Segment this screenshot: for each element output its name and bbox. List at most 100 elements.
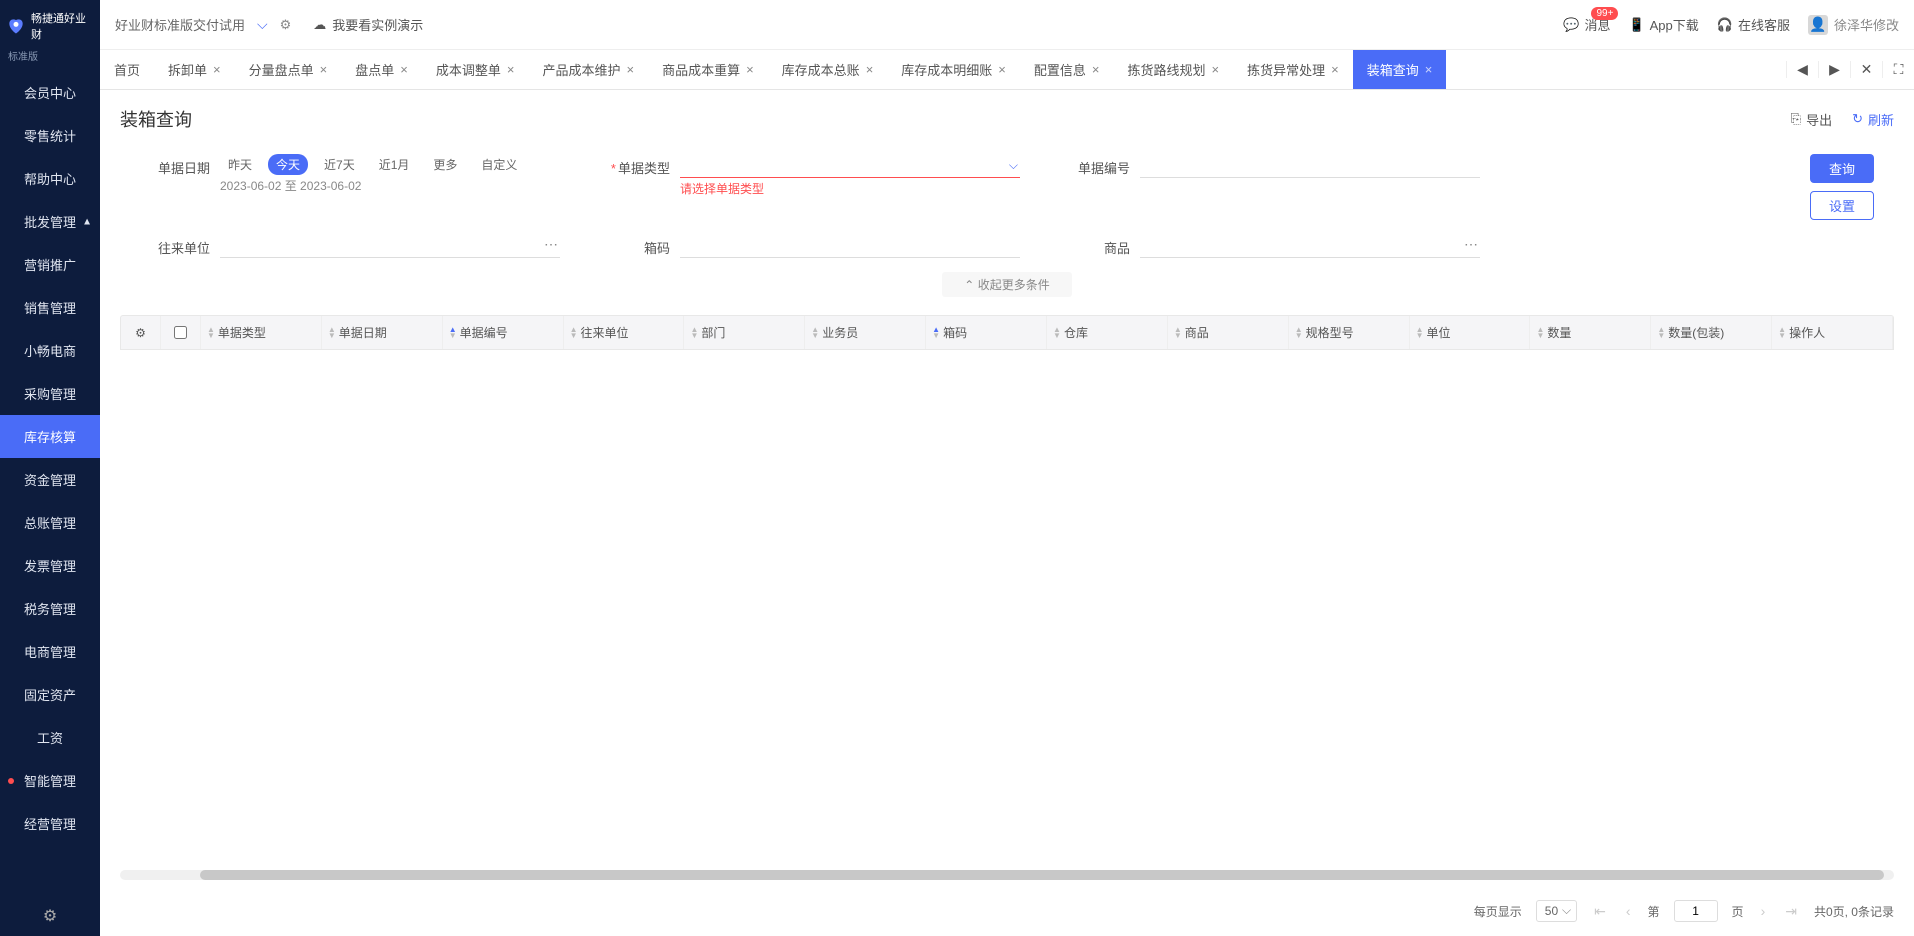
column-header-7[interactable]: ▲▼仓库 [1047, 316, 1168, 349]
per-page-select[interactable]: 50 [1536, 900, 1577, 922]
close-icon[interactable]: × [213, 62, 221, 77]
product-name: 好业财标准版交付试用 [115, 15, 245, 34]
settings-gear-icon[interactable]: ⚙ [0, 896, 100, 936]
goods-input[interactable] [1140, 234, 1480, 258]
tab-12[interactable]: 装箱查询× [1353, 50, 1447, 89]
more-icon[interactable]: ⋯ [1464, 236, 1478, 253]
page-next-icon[interactable]: › [1758, 903, 1769, 919]
column-settings-icon[interactable]: ⚙ [121, 316, 161, 349]
sidebar-item-9[interactable]: 资金管理 [0, 458, 100, 501]
page-first-icon[interactable]: ⇤ [1591, 903, 1609, 920]
type-select[interactable] [680, 154, 1020, 178]
sidebar-item-6[interactable]: 小畅电商 [0, 329, 100, 372]
sidebar-item-16[interactable]: 智能管理 [0, 759, 100, 802]
code-input[interactable] [1140, 154, 1480, 178]
sidebar-item-10[interactable]: 总账管理 [0, 501, 100, 544]
tabs-prev-icon[interactable]: ◀ [1786, 61, 1818, 78]
close-icon[interactable]: × [866, 62, 874, 77]
product-dropdown-icon[interactable]: ⌵ [257, 16, 268, 33]
tabs-fullscreen-icon[interactable]: ⛶ [1882, 61, 1914, 78]
more-icon[interactable]: ⋯ [544, 236, 558, 253]
page-last-icon[interactable]: ⇥ [1782, 903, 1800, 920]
select-all-checkbox[interactable] [174, 326, 187, 339]
export-button[interactable]: ⎘导出 [1791, 110, 1832, 129]
close-icon[interactable]: × [1212, 62, 1220, 77]
close-icon[interactable]: × [1331, 62, 1339, 77]
tab-11[interactable]: 拣货异常处理× [1233, 50, 1353, 89]
app-download-button[interactable]: 📱 App下载 [1628, 15, 1698, 34]
close-icon[interactable]: × [1092, 62, 1100, 77]
sidebar-item-15[interactable]: 工资 [0, 716, 100, 759]
page-input[interactable] [1674, 900, 1718, 922]
tab-5[interactable]: 产品成本维护× [528, 50, 648, 89]
user-menu[interactable]: 👤 徐泽华修改 [1808, 15, 1899, 35]
close-icon[interactable]: × [1425, 62, 1433, 77]
close-icon[interactable]: × [626, 62, 634, 77]
sidebar-item-8[interactable]: 库存核算 [0, 415, 100, 458]
column-header-8[interactable]: ▲▼商品 [1168, 316, 1289, 349]
sidebar-item-14[interactable]: 固定资产 [0, 673, 100, 716]
close-icon[interactable]: × [320, 62, 328, 77]
tab-3[interactable]: 盘点单× [341, 50, 422, 89]
column-header-9[interactable]: ▲▼规格型号 [1289, 316, 1410, 349]
demo-link[interactable]: ☁ 我要看实例演示 [313, 15, 423, 34]
column-header-4[interactable]: ▲▼部门 [684, 316, 805, 349]
sidebar-item-17[interactable]: 经营管理 [0, 802, 100, 845]
column-header-1[interactable]: ▲▼单据日期 [322, 316, 443, 349]
messages-button[interactable]: 💬 消息 99+ [1563, 15, 1610, 34]
column-header-2[interactable]: ▲▼单据编号 [443, 316, 564, 349]
date-chip-5[interactable]: 自定义 [473, 154, 525, 175]
close-icon[interactable]: × [507, 62, 515, 77]
chevron-down-icon[interactable]: ⌵ [1009, 158, 1018, 173]
horizontal-scrollbar[interactable] [120, 870, 1894, 880]
sidebar-item-0[interactable]: 会员中心 [0, 71, 100, 114]
refresh-button[interactable]: ↻刷新 [1852, 110, 1894, 129]
query-button[interactable]: 查询 [1810, 154, 1874, 183]
column-header-6[interactable]: ▲▼箱码 [926, 316, 1047, 349]
sidebar-item-4[interactable]: 营销推广 [0, 243, 100, 286]
sidebar-item-13[interactable]: 电商管理 [0, 630, 100, 673]
tab-0[interactable]: 首页 [100, 50, 154, 89]
tab-2[interactable]: 分量盘点单× [235, 50, 342, 89]
sort-icon: ▲▼ [1174, 327, 1182, 339]
date-chip-2[interactable]: 近7天 [316, 154, 363, 175]
tab-6[interactable]: 商品成本重算× [648, 50, 768, 89]
column-header-10[interactable]: ▲▼单位 [1410, 316, 1531, 349]
sidebar-item-5[interactable]: 销售管理 [0, 286, 100, 329]
column-header-0[interactable]: ▲▼单据类型 [201, 316, 322, 349]
box-input[interactable] [680, 234, 1020, 258]
tabs-next-icon[interactable]: ▶ [1818, 61, 1850, 78]
collapse-filters-button[interactable]: ⌃ 收起更多条件 [942, 272, 1072, 297]
tab-9[interactable]: 配置信息× [1020, 50, 1114, 89]
support-button[interactable]: 🎧 在线客服 [1717, 15, 1790, 34]
date-chip-1[interactable]: 今天 [268, 154, 308, 175]
close-icon[interactable]: × [998, 62, 1006, 77]
sidebar-item-2[interactable]: 帮助中心 [0, 157, 100, 200]
tab-7[interactable]: 库存成本总账× [768, 50, 888, 89]
tab-4[interactable]: 成本调整单× [422, 50, 529, 89]
column-header-13[interactable]: ▲▼操作人 [1772, 316, 1893, 349]
sidebar-item-12[interactable]: 税务管理 [0, 587, 100, 630]
settings-button[interactable]: 设置 [1810, 191, 1874, 220]
tabs-close-icon[interactable]: ✕ [1850, 61, 1882, 78]
sidebar-item-7[interactable]: 采购管理 [0, 372, 100, 415]
close-icon[interactable]: × [746, 62, 754, 77]
tab-8[interactable]: 库存成本明细账× [887, 50, 1020, 89]
column-header-5[interactable]: ▲▼业务员 [805, 316, 926, 349]
date-chip-0[interactable]: 昨天 [220, 154, 260, 175]
date-chip-3[interactable]: 近1月 [371, 154, 418, 175]
page-prev-icon[interactable]: ‹ [1623, 903, 1634, 919]
tab-1[interactable]: 拆卸单× [154, 50, 235, 89]
date-chip-4[interactable]: 更多 [425, 154, 465, 175]
sidebar-item-3[interactable]: 批发管理▲ [0, 200, 100, 243]
column-header-12[interactable]: ▲▼数量(包装) [1651, 316, 1772, 349]
close-icon[interactable]: × [400, 62, 408, 77]
column-header-11[interactable]: ▲▼数量 [1530, 316, 1651, 349]
sidebar-item-1[interactable]: 零售统计 [0, 114, 100, 157]
type-label: *单据类型 [600, 154, 670, 177]
partner-input[interactable] [220, 234, 560, 258]
column-header-3[interactable]: ▲▼往来单位 [564, 316, 685, 349]
tab-10[interactable]: 拣货路线规划× [1114, 50, 1234, 89]
sidebar-item-11[interactable]: 发票管理 [0, 544, 100, 587]
product-settings-icon[interactable]: ⚙ [280, 17, 292, 33]
